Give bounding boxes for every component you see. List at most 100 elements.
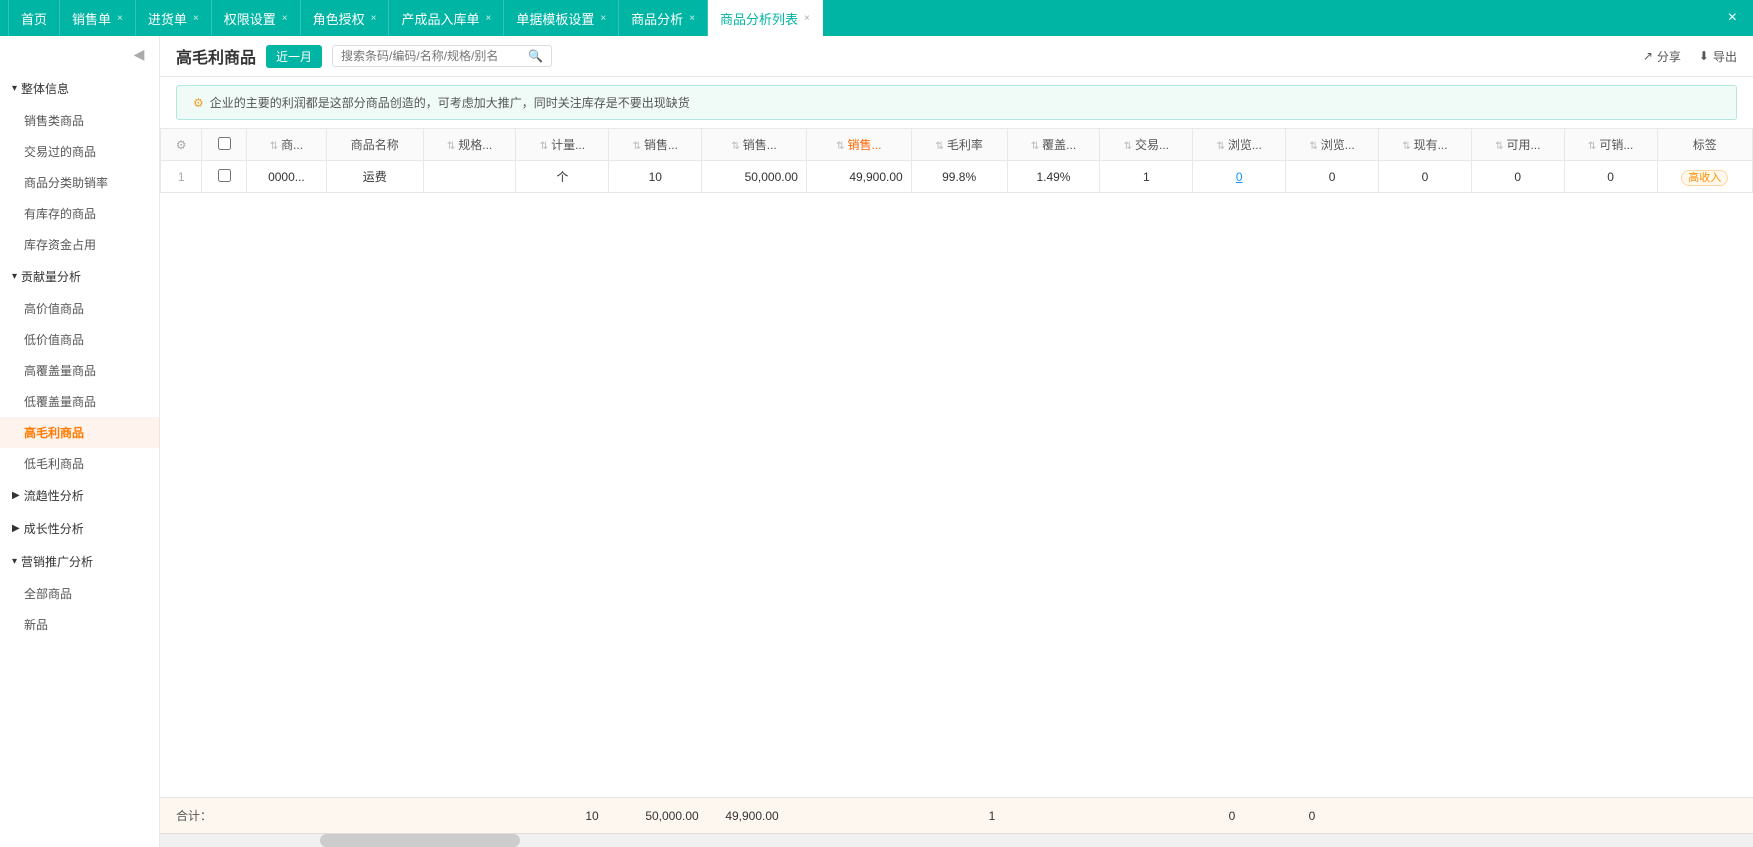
footer-spacer5 bbox=[1112, 809, 1192, 823]
export-icon: ⬇ bbox=[1699, 49, 1709, 63]
sidebar-item-low-coverage[interactable]: 低覆盖量商品 bbox=[0, 386, 159, 417]
nav-permission-settings[interactable]: 权限设置 × bbox=[212, 0, 301, 36]
scrollbar-thumb[interactable] bbox=[320, 834, 520, 847]
column-current-stock[interactable]: ⇅现有... bbox=[1378, 129, 1471, 161]
cell-unit: 个 bbox=[516, 161, 609, 193]
sidebar-item-in-stock[interactable]: 有库存的商品 bbox=[0, 198, 159, 229]
sidebar-item-low-value[interactable]: 低价值商品 bbox=[0, 324, 159, 355]
nav-product-analysis[interactable]: 商品分析 × bbox=[619, 0, 708, 36]
expand-arrow-icon: ▶ bbox=[12, 523, 20, 534]
sidebar-item-high-coverage[interactable]: 高覆盖量商品 bbox=[0, 355, 159, 386]
expand-arrow-icon: ▶ bbox=[12, 490, 20, 501]
column-name[interactable]: 商品名称 bbox=[326, 129, 423, 161]
info-banner: ⚙ 企业的主要的利润都是这部分商品创造的，可考虑加大推广，同时关注库存是不要出现… bbox=[176, 85, 1737, 120]
footer-spacer2 bbox=[792, 809, 872, 823]
content-area: 高毛利商品 近一月 🔍 ↗ 分享 ⬇ 导出 ⚙ 企业的主要的利润都是这部分商品创… bbox=[160, 36, 1753, 847]
table-footer: 合计： 10 50,000.00 49,900.00 1 0 0 bbox=[160, 797, 1753, 833]
column-settings[interactable]: ⚙ bbox=[161, 129, 202, 161]
search-icon[interactable]: 🔍 bbox=[528, 49, 543, 63]
sidebar-group-overall[interactable]: ▾ 整体信息 bbox=[0, 72, 159, 105]
cell-checkbox[interactable] bbox=[202, 161, 247, 193]
nav-close-icon[interactable]: × bbox=[282, 13, 288, 24]
sidebar-item-traded-products[interactable]: 交易过的商品 bbox=[0, 136, 159, 167]
search-box: 🔍 bbox=[332, 45, 552, 67]
nav-home[interactable]: 首页 bbox=[8, 0, 60, 36]
nav-close-icon[interactable]: × bbox=[689, 13, 695, 24]
info-icon: ⚙ bbox=[193, 96, 204, 110]
select-all-checkbox[interactable] bbox=[218, 137, 231, 150]
nav-close-icon[interactable]: × bbox=[117, 13, 123, 24]
column-sellable[interactable]: ⇅可销... bbox=[1564, 129, 1657, 161]
sidebar-group-contribution[interactable]: ▾ 贡献量分析 bbox=[0, 260, 159, 293]
nav-finished-goods[interactable]: 产成品入库单 × bbox=[389, 0, 504, 36]
content-header: 高毛利商品 近一月 🔍 ↗ 分享 ⬇ 导出 bbox=[160, 36, 1753, 77]
nav-sales-order[interactable]: 销售单 × bbox=[60, 0, 136, 36]
sidebar-item-low-margin[interactable]: 低毛利商品 bbox=[0, 448, 159, 479]
cell-gross-margin: 99.8% bbox=[911, 161, 1007, 193]
table-header-row: ⚙ ⇅商... 商品名称 ⇅规格... ⇅计量... ⇅销售... ⇅销售...… bbox=[161, 129, 1753, 161]
share-button[interactable]: ↗ 分享 bbox=[1643, 48, 1681, 65]
column-sales-profit[interactable]: ⇅销售... bbox=[806, 129, 911, 161]
nav-product-analysis-list[interactable]: 商品分析列表 × bbox=[708, 0, 823, 36]
export-button[interactable]: ⬇ 导出 bbox=[1699, 48, 1737, 65]
tag-badge: 高收入 bbox=[1681, 170, 1728, 186]
sidebar-group-growth[interactable]: ▶ 成长性分析 bbox=[0, 512, 159, 545]
time-filter-button[interactable]: 近一月 bbox=[266, 45, 322, 68]
cell-index: 1 bbox=[161, 161, 202, 193]
footer-label: 合计： bbox=[176, 807, 212, 824]
sidebar-item-sales-products[interactable]: 销售类商品 bbox=[0, 105, 159, 136]
cell-code: 0000... bbox=[246, 161, 326, 193]
footer-cells: 10 50,000.00 49,900.00 1 0 0 bbox=[232, 809, 1737, 823]
sidebar-item-category-rate[interactable]: 商品分类助销率 bbox=[0, 167, 159, 198]
window-close-button[interactable]: × bbox=[1720, 9, 1745, 27]
column-code[interactable]: ⇅商... bbox=[246, 129, 326, 161]
sidebar-collapse-button[interactable]: ◀ bbox=[127, 42, 151, 66]
cell-views1[interactable]: 0 bbox=[1193, 161, 1286, 193]
column-sales-amount[interactable]: ⇅销售... bbox=[702, 129, 807, 161]
footer-sales-qty: 10 bbox=[552, 809, 632, 823]
nav-close-icon[interactable]: × bbox=[371, 13, 377, 24]
cell-coverage: 1.49% bbox=[1007, 161, 1100, 193]
footer-spacer bbox=[232, 809, 552, 823]
nav-purchase-order[interactable]: 进货单 × bbox=[136, 0, 212, 36]
column-transactions[interactable]: ⇅交易... bbox=[1100, 129, 1193, 161]
column-unit[interactable]: ⇅计量... bbox=[516, 129, 609, 161]
column-gross-margin[interactable]: ⇅毛利率 bbox=[911, 129, 1007, 161]
top-navigation: 首页 销售单 × 进货单 × 权限设置 × 角色授权 × 产成品入库单 × 单据… bbox=[0, 0, 1753, 36]
sidebar-item-new-products[interactable]: 新品 bbox=[0, 609, 159, 640]
nav-role-auth[interactable]: 角色授权 × bbox=[301, 0, 390, 36]
nav-close-icon[interactable]: × bbox=[193, 13, 199, 24]
cell-sales-profit: 49,900.00 bbox=[806, 161, 911, 193]
expand-arrow-icon: ▾ bbox=[12, 556, 17, 567]
nav-close-icon[interactable]: × bbox=[600, 13, 606, 24]
cell-sales-qty: 10 bbox=[609, 161, 702, 193]
horizontal-scrollbar[interactable] bbox=[160, 833, 1753, 847]
sidebar-item-stock-funds[interactable]: 库存资金占用 bbox=[0, 229, 159, 260]
column-sales-qty[interactable]: ⇅销售... bbox=[609, 129, 702, 161]
share-icon: ↗ bbox=[1643, 49, 1653, 63]
column-available[interactable]: ⇅可用... bbox=[1471, 129, 1564, 161]
column-views1[interactable]: ⇅浏览... bbox=[1193, 129, 1286, 161]
search-input[interactable] bbox=[341, 49, 528, 63]
footer-spacer3 bbox=[872, 809, 952, 823]
footer-spacer4 bbox=[1032, 809, 1112, 823]
sidebar-group-trend[interactable]: ▶ 流趋性分析 bbox=[0, 479, 159, 512]
nav-close-icon[interactable]: × bbox=[804, 13, 810, 24]
column-tag[interactable]: 标签 bbox=[1657, 129, 1752, 161]
cell-name: 运费 bbox=[326, 161, 423, 193]
column-views2[interactable]: ⇅浏览... bbox=[1286, 129, 1379, 161]
column-coverage[interactable]: ⇅覆盖... bbox=[1007, 129, 1100, 161]
column-spec[interactable]: ⇅规格... bbox=[423, 129, 516, 161]
sidebar-item-high-value[interactable]: 高价值商品 bbox=[0, 293, 159, 324]
data-table-wrapper[interactable]: ⚙ ⇅商... 商品名称 ⇅规格... ⇅计量... ⇅销售... ⇅销售...… bbox=[160, 128, 1753, 797]
cell-transactions: 1 bbox=[1100, 161, 1193, 193]
sidebar-group-marketing[interactable]: ▾ 营销推广分析 bbox=[0, 545, 159, 578]
column-checkbox[interactable] bbox=[202, 129, 247, 161]
nav-template-settings[interactable]: 单据模板设置 × bbox=[504, 0, 619, 36]
row-checkbox[interactable] bbox=[218, 169, 231, 182]
sidebar-item-high-margin[interactable]: 高毛利商品 bbox=[0, 417, 159, 448]
sidebar-item-all-products[interactable]: 全部商品 bbox=[0, 578, 159, 609]
cell-spec bbox=[423, 161, 516, 193]
cell-sellable: 0 bbox=[1564, 161, 1657, 193]
nav-close-icon[interactable]: × bbox=[485, 13, 491, 24]
